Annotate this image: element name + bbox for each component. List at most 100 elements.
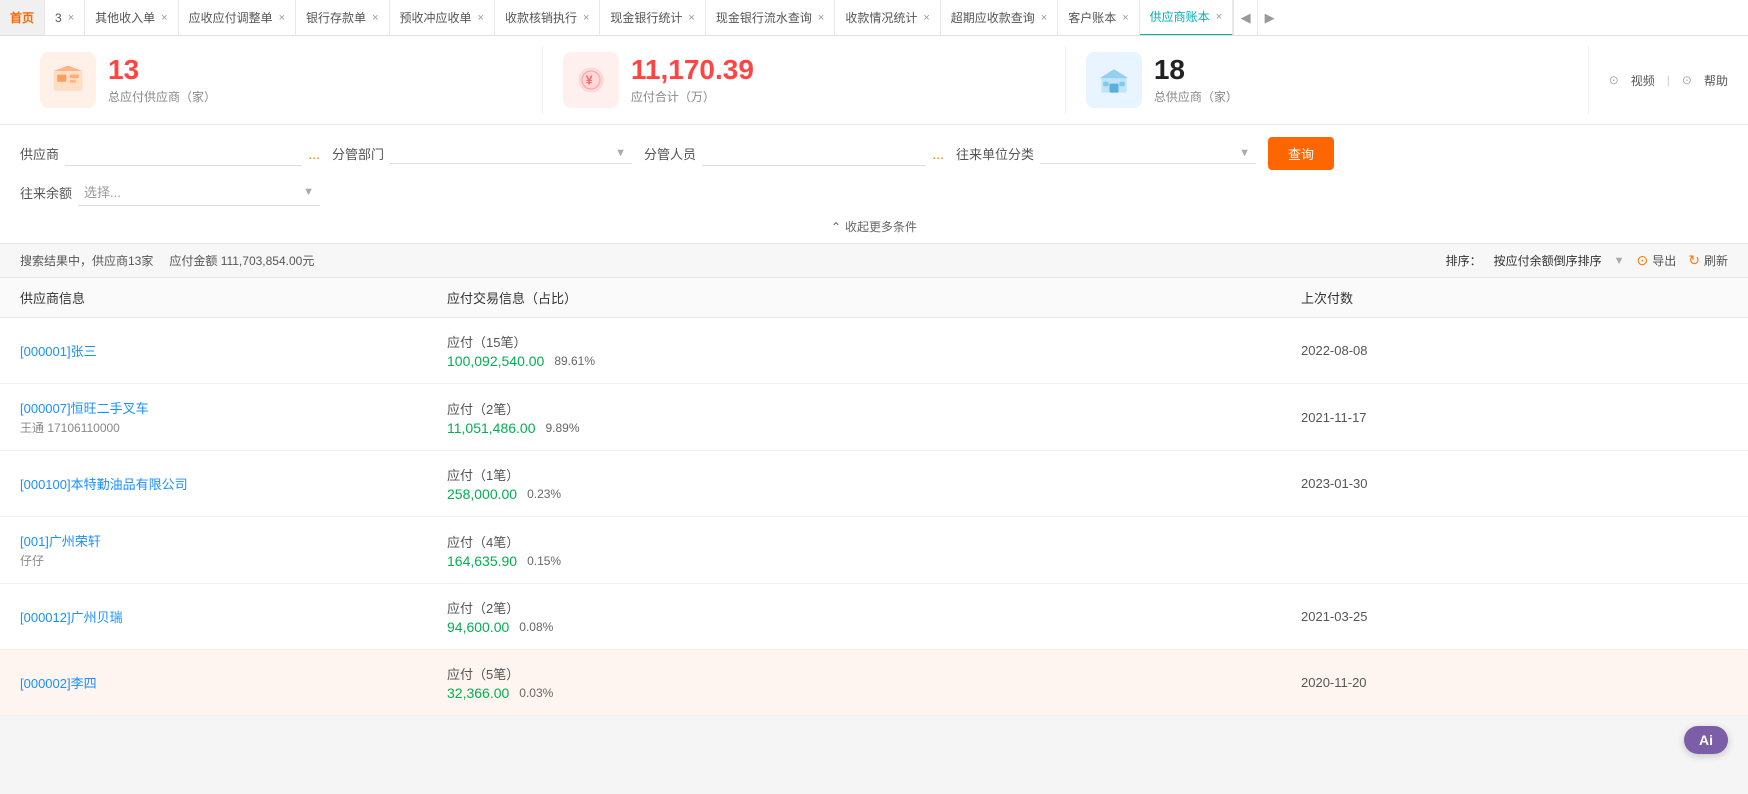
nav-tab-ap-adjust-label: 应收应付调整单	[189, 9, 273, 26]
supplier-name-link[interactable]: [001]广州荣轩	[20, 531, 447, 550]
close-icon[interactable]: ×	[372, 12, 378, 24]
col-header-last-pay: 上次付数	[1301, 288, 1728, 307]
nav-next-button[interactable]: ▶	[1257, 0, 1281, 36]
last-pay-cell: 2020-11-20	[1301, 675, 1728, 690]
close-icon[interactable]: ×	[161, 12, 167, 24]
col-header-supplier: 供应商信息	[20, 288, 447, 307]
nav-tab-customer-account[interactable]: 客户账本 ×	[1058, 0, 1139, 36]
stat-total-ap-suppliers: 13 总应付供应商（家）	[20, 46, 543, 114]
help-link[interactable]: 帮助	[1704, 72, 1728, 89]
dept-chevron-down-icon: ▼	[615, 147, 626, 159]
tx-label: 应付（2笔）	[447, 399, 1301, 418]
table-row: [000001]张三 应付（15笔） 100,092,540.00 89.61%…	[0, 318, 1748, 384]
close-icon[interactable]: ×	[478, 12, 484, 24]
nav-tab-3[interactable]: 3 ×	[45, 0, 85, 36]
transaction-info-cell: 应付（5笔） 32,366.00 0.03%	[447, 664, 1301, 701]
nav-tab-overdue-label: 超期应收款查询	[951, 9, 1035, 26]
close-icon[interactable]: ×	[1122, 12, 1128, 24]
filter-collapse-toggle[interactable]: ⌃ 收起更多条件	[20, 214, 1728, 235]
dept-filter-select[interactable]: ▼	[390, 143, 632, 164]
top-navigation: 首页 3 × 其他收入单 × 应收应付调整单 × 银行存款单 × 预收冲应收单 …	[0, 0, 1748, 36]
nav-tab-overdue[interactable]: 超期应收款查询 ×	[941, 0, 1058, 36]
supplier-name-link[interactable]: [000100]本特勤油品有限公司	[20, 474, 447, 493]
close-icon[interactable]: ×	[1041, 12, 1047, 24]
tx-amount-link[interactable]: 32,366.00	[447, 685, 509, 701]
nav-tab-home-label: 首页	[10, 9, 34, 26]
results-text1: 搜索结果中，供应商13家	[20, 252, 153, 269]
tx-percent: 89.61%	[554, 354, 595, 368]
last-pay-cell: 2022-08-08	[1301, 343, 1728, 358]
table-row: [000002]李四 应付（5笔） 32,366.00 0.03% 2020-1…	[0, 650, 1748, 716]
video-link[interactable]: 视频	[1631, 72, 1655, 89]
supplier-name-link[interactable]: [000001]张三	[20, 341, 447, 360]
nav-tab-supplier-account[interactable]: 供应商账本 ×	[1140, 0, 1233, 36]
stats-bar: 13 总应付供应商（家） ¥ 11,170.39 应付合计（万）	[0, 36, 1748, 125]
refresh-button[interactable]: ↻ 刷新	[1688, 252, 1728, 269]
close-icon[interactable]: ×	[923, 12, 929, 24]
supplier-name-link[interactable]: [000002]李四	[20, 673, 447, 692]
nav-tab-cash-bank-stat[interactable]: 现金银行统计 ×	[600, 0, 705, 36]
ai-button-label: Ai	[1699, 732, 1713, 748]
person-filter-input[interactable]	[702, 142, 926, 166]
nav-tab-collection-stat-label: 收款情况统计	[845, 9, 917, 26]
close-icon[interactable]: ×	[688, 12, 694, 24]
nav-tab-collection-stat[interactable]: 收款情况统计 ×	[835, 0, 940, 36]
close-icon[interactable]: ×	[68, 12, 74, 24]
person-dots-button[interactable]: ...	[932, 146, 944, 162]
balance-filter-select[interactable]: 选择... ▼	[78, 178, 320, 206]
balance-select-placeholder: 选择...	[84, 182, 121, 201]
supplier-info-cell: [000007]恒旺二手叉车 王通 17106110000	[20, 398, 447, 436]
stat-total-ap-amount: ¥ 11,170.39 应付合计（万）	[543, 46, 1066, 114]
nav-tab-bank-deposit[interactable]: 银行存款单 ×	[296, 0, 389, 36]
sort-label: 排序：	[1446, 252, 1482, 269]
nav-tab-other-income[interactable]: 其他收入单 ×	[85, 0, 178, 36]
tx-amount-link[interactable]: 100,092,540.00	[447, 353, 544, 369]
filter-row-2: 往来余额 选择... ▼	[20, 178, 1728, 206]
tx-percent: 0.23%	[527, 487, 561, 501]
transaction-info-cell: 应付（2笔） 11,051,486.00 9.89%	[447, 399, 1301, 436]
supplier-name-link[interactable]: [000007]恒旺二手叉车	[20, 398, 447, 417]
stats-right-actions: ⊙ 视频 | ⊙ 帮助	[1589, 72, 1728, 89]
close-icon[interactable]: ×	[279, 12, 285, 24]
collapse-label: 收起更多条件	[845, 218, 917, 235]
transaction-info-cell: 应付（1笔） 258,000.00 0.23%	[447, 465, 1301, 502]
ai-button[interactable]: Ai	[1684, 726, 1728, 754]
tx-amount-link[interactable]: 94,600.00	[447, 619, 509, 635]
unit-filter-label: 往来单位分类	[956, 144, 1034, 163]
nav-tab-advance[interactable]: 预收冲应收单 ×	[390, 0, 495, 36]
close-icon[interactable]: ×	[583, 12, 589, 24]
nav-tab-ap-adjust[interactable]: 应收应付调整单 ×	[179, 0, 296, 36]
nav-tab-home[interactable]: 首页	[0, 0, 45, 36]
ap-amount-number: 11,170.39	[631, 55, 754, 86]
supplier-dots-button[interactable]: ...	[308, 146, 320, 162]
refresh-icon: ↻	[1688, 252, 1700, 269]
supplier-sub-info: 仔仔	[20, 552, 447, 569]
tx-label: 应付（15笔）	[447, 332, 1301, 351]
close-icon[interactable]: ×	[1216, 11, 1222, 23]
query-button[interactable]: 查询	[1268, 137, 1334, 170]
results-summary: 搜索结果中，供应商13家 应付金额 111,703,854.00元	[20, 252, 314, 269]
supplier-filter-input[interactable]	[65, 142, 302, 166]
results-actions: 排序： 按应付余额倒序排序 ▼ ⊙ 导出 ↻ 刷新	[1446, 252, 1728, 269]
supplier-icon-orange	[40, 52, 96, 108]
close-icon[interactable]: ×	[818, 12, 824, 24]
tx-amount-link[interactable]: 11,051,486.00	[447, 420, 536, 436]
amount-icon-pink: ¥	[563, 52, 619, 108]
tx-label: 应付（1笔）	[447, 465, 1301, 484]
nav-prev-button[interactable]: ◀	[1233, 0, 1257, 36]
filter-person: 分管人员 ...	[644, 142, 944, 166]
unit-filter-select[interactable]: ▼	[1040, 143, 1256, 164]
export-button[interactable]: ⊙ 导出	[1637, 252, 1677, 269]
nav-tab-cash-bank-flow[interactable]: 现金银行流水查询 ×	[706, 0, 835, 36]
supplier-info-cell: [000012]广州贝瑞	[20, 607, 447, 626]
nav-tab-customer-account-label: 客户账本	[1068, 9, 1116, 26]
table-body: [000001]张三 应付（15笔） 100,092,540.00 89.61%…	[0, 318, 1748, 716]
tx-amount-link[interactable]: 164,635.90	[447, 553, 517, 569]
nav-tab-supplier-account-label: 供应商账本	[1150, 8, 1210, 25]
last-pay-cell: 2021-03-25	[1301, 609, 1728, 624]
supplier-name-link[interactable]: [000012]广州贝瑞	[20, 607, 447, 626]
sort-value[interactable]: 按应付余额倒序排序	[1494, 252, 1602, 269]
nav-tab-collection-verify[interactable]: 收款核销执行 ×	[495, 0, 600, 36]
svg-text:¥: ¥	[586, 74, 593, 88]
tx-amount-link[interactable]: 258,000.00	[447, 486, 517, 502]
